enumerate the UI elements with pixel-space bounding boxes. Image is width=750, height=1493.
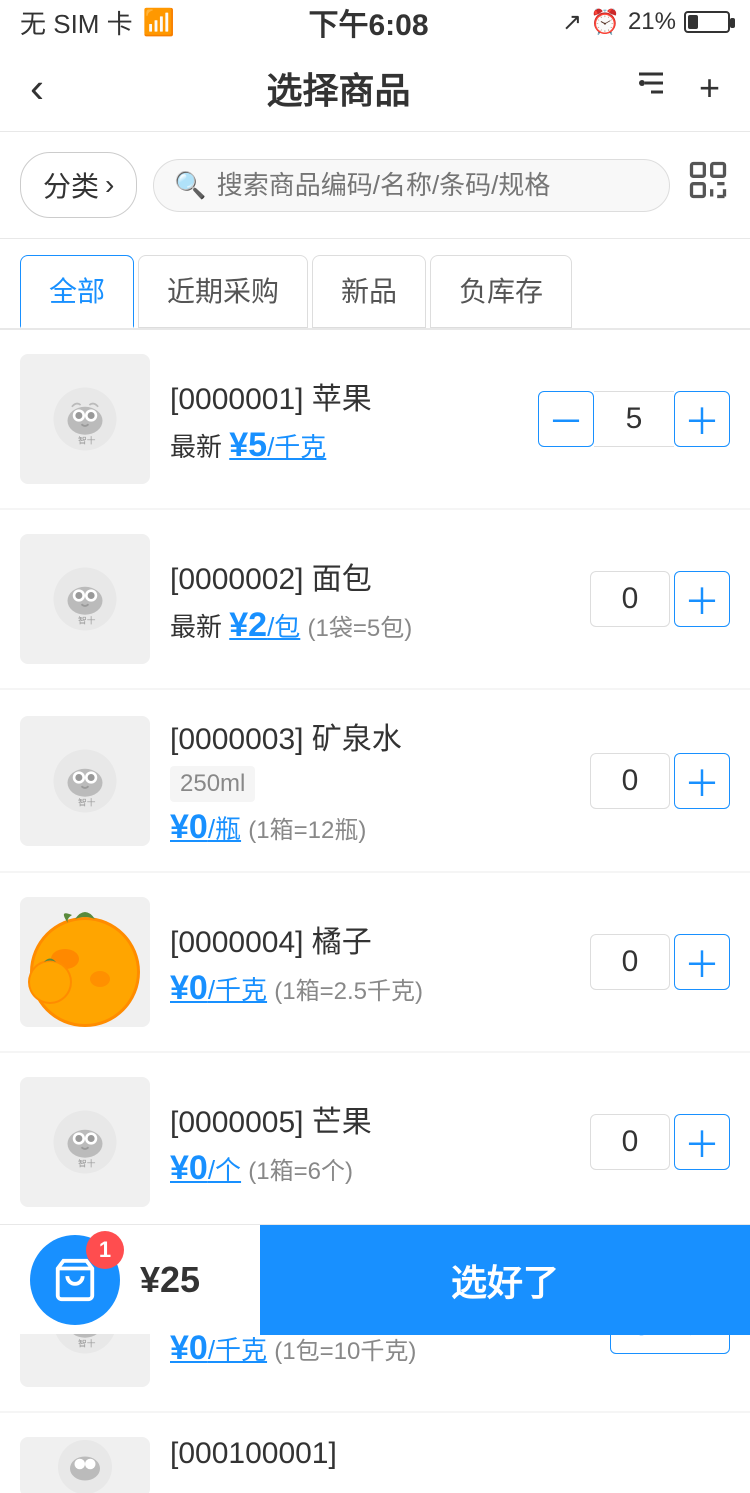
- qty-increase-button[interactable]: ＋: [674, 1114, 730, 1170]
- product-image: [20, 897, 150, 1027]
- battery-percent: 21%: [628, 8, 676, 36]
- product-name: [000100001]: [170, 1437, 730, 1471]
- product-image: 智十: [20, 1077, 150, 1207]
- product-name: [0000004] 橘子: [170, 917, 570, 961]
- scan-button[interactable]: [686, 158, 730, 212]
- search-input[interactable]: [217, 170, 649, 201]
- qty-increase-button[interactable]: ＋: [674, 934, 730, 990]
- product-item: 智十 [0000005] 芒果 ¥0/个 (1箱=6个) ＋: [0, 1053, 750, 1231]
- status-left: 无 SIM 卡 📶: [20, 4, 175, 41]
- status-bar: 无 SIM 卡 📶 下午6:08 ↗ ⏰ 21%: [0, 0, 750, 44]
- location-icon: ↗: [562, 8, 582, 37]
- carrier-text: 无 SIM 卡: [20, 4, 133, 41]
- back-button[interactable]: ‹: [30, 64, 44, 112]
- cart-area: 1 ¥25: [0, 1235, 260, 1325]
- product-name: [0000003] 矿泉水: [170, 714, 570, 758]
- product-price: ¥0/千克 (1箱=2.5千克): [170, 969, 570, 1008]
- svg-text:智十: 智十: [78, 615, 96, 626]
- qty-input[interactable]: [590, 1114, 670, 1170]
- search-icon: 🔍: [174, 170, 206, 201]
- category-label: 分类: [43, 165, 99, 205]
- status-right: ↗ ⏰ 21%: [562, 8, 730, 37]
- cart-total: ¥25: [140, 1259, 200, 1301]
- nav-left: ‹: [30, 64, 44, 112]
- product-name: [0000002] 面包: [170, 554, 570, 598]
- tab-negative[interactable]: 负库存: [430, 255, 572, 328]
- qty-increase-button[interactable]: ＋: [674, 753, 730, 809]
- svg-text:智十: 智十: [78, 1338, 96, 1349]
- product-item-partial: [000100001]: [0, 1413, 750, 1493]
- qty-input[interactable]: [590, 571, 670, 627]
- product-item: 智十 [0000002] 面包 最新 ¥2/包 (1袋=5包) ＋: [0, 510, 750, 688]
- product-price: ¥0/千克 (1包=10千克): [170, 1329, 590, 1368]
- tab-all[interactable]: 全部: [20, 255, 134, 328]
- add-icon[interactable]: +: [699, 67, 720, 109]
- product-price: 最新 ¥5/千克: [170, 426, 518, 465]
- product-info: [0000005] 芒果 ¥0/个 (1箱=6个): [170, 1097, 570, 1188]
- filter-icon[interactable]: [633, 65, 669, 110]
- product-info: [0000002] 面包 最新 ¥2/包 (1袋=5包): [170, 554, 570, 645]
- qty-input[interactable]: [594, 391, 674, 447]
- product-item: [0000004] 橘子 ¥0/千克 (1箱=2.5千克) ＋: [0, 873, 750, 1051]
- battery-icon: [684, 11, 730, 33]
- qty-control: ＋: [590, 571, 730, 627]
- wifi-icon: 📶: [143, 7, 175, 38]
- tab-recent[interactable]: 近期采购: [138, 255, 308, 328]
- qty-control: ＋: [590, 1114, 730, 1170]
- qty-control: ＋: [590, 934, 730, 990]
- cart-icon-wrap[interactable]: 1: [30, 1235, 120, 1325]
- product-price: ¥0/个 (1箱=6个): [170, 1149, 570, 1188]
- product-info: [0000003] 矿泉水 250ml ¥0/瓶 (1箱=12瓶): [170, 714, 570, 847]
- category-chevron: ›: [105, 169, 114, 201]
- product-price: ¥0/瓶 (1箱=12瓶): [170, 808, 570, 847]
- qty-control: ＋: [590, 753, 730, 809]
- product-image: [20, 1437, 150, 1493]
- qty-input[interactable]: [590, 934, 670, 990]
- nav-bar: ‹ 选择商品 +: [0, 44, 750, 132]
- cart-badge: 1: [86, 1231, 124, 1269]
- product-name: [0000001] 苹果: [170, 374, 518, 418]
- alarm-icon: ⏰: [590, 8, 620, 37]
- product-item: 智十 [0000003] 矿泉水 250ml ¥0/瓶 (1箱=12瓶) ＋: [0, 690, 750, 871]
- bottom-bar: 1 ¥25 选好了: [0, 1224, 750, 1334]
- svg-text:智十: 智十: [78, 796, 96, 807]
- product-spec: 250ml: [170, 766, 255, 802]
- search-box: 🔍: [153, 159, 670, 212]
- product-info: [000100001]: [170, 1437, 730, 1479]
- tab-bar: 全部 近期采购 新品 负库存: [0, 239, 750, 330]
- product-info: [0000001] 苹果 最新 ¥5/千克: [170, 374, 518, 465]
- tab-new[interactable]: 新品: [312, 255, 426, 328]
- product-image: 智十: [20, 354, 150, 484]
- product-item: 智十 [0000001] 苹果 最新 ¥5/千克 － ＋: [0, 330, 750, 508]
- filter-bar: 分类 › 🔍: [0, 132, 750, 239]
- qty-decrease-button[interactable]: －: [538, 391, 594, 447]
- qty-increase-button[interactable]: ＋: [674, 391, 730, 447]
- product-info: [0000004] 橘子 ¥0/千克 (1箱=2.5千克): [170, 917, 570, 1008]
- page-title: 选择商品: [266, 62, 410, 114]
- product-image: 智十: [20, 534, 150, 664]
- product-name: [0000005] 芒果: [170, 1097, 570, 1141]
- category-button[interactable]: 分类 ›: [20, 152, 137, 218]
- qty-control: － ＋: [538, 391, 730, 447]
- product-price: 最新 ¥2/包 (1袋=5包): [170, 606, 570, 645]
- qty-input[interactable]: [590, 753, 670, 809]
- confirm-button[interactable]: 选好了: [260, 1225, 750, 1335]
- product-image: 智十: [20, 716, 150, 846]
- nav-right: +: [633, 65, 720, 110]
- status-time: 下午6:08: [308, 0, 428, 44]
- qty-increase-button[interactable]: ＋: [674, 571, 730, 627]
- svg-text:智十: 智十: [78, 1158, 96, 1169]
- svg-text:智十: 智十: [78, 435, 96, 446]
